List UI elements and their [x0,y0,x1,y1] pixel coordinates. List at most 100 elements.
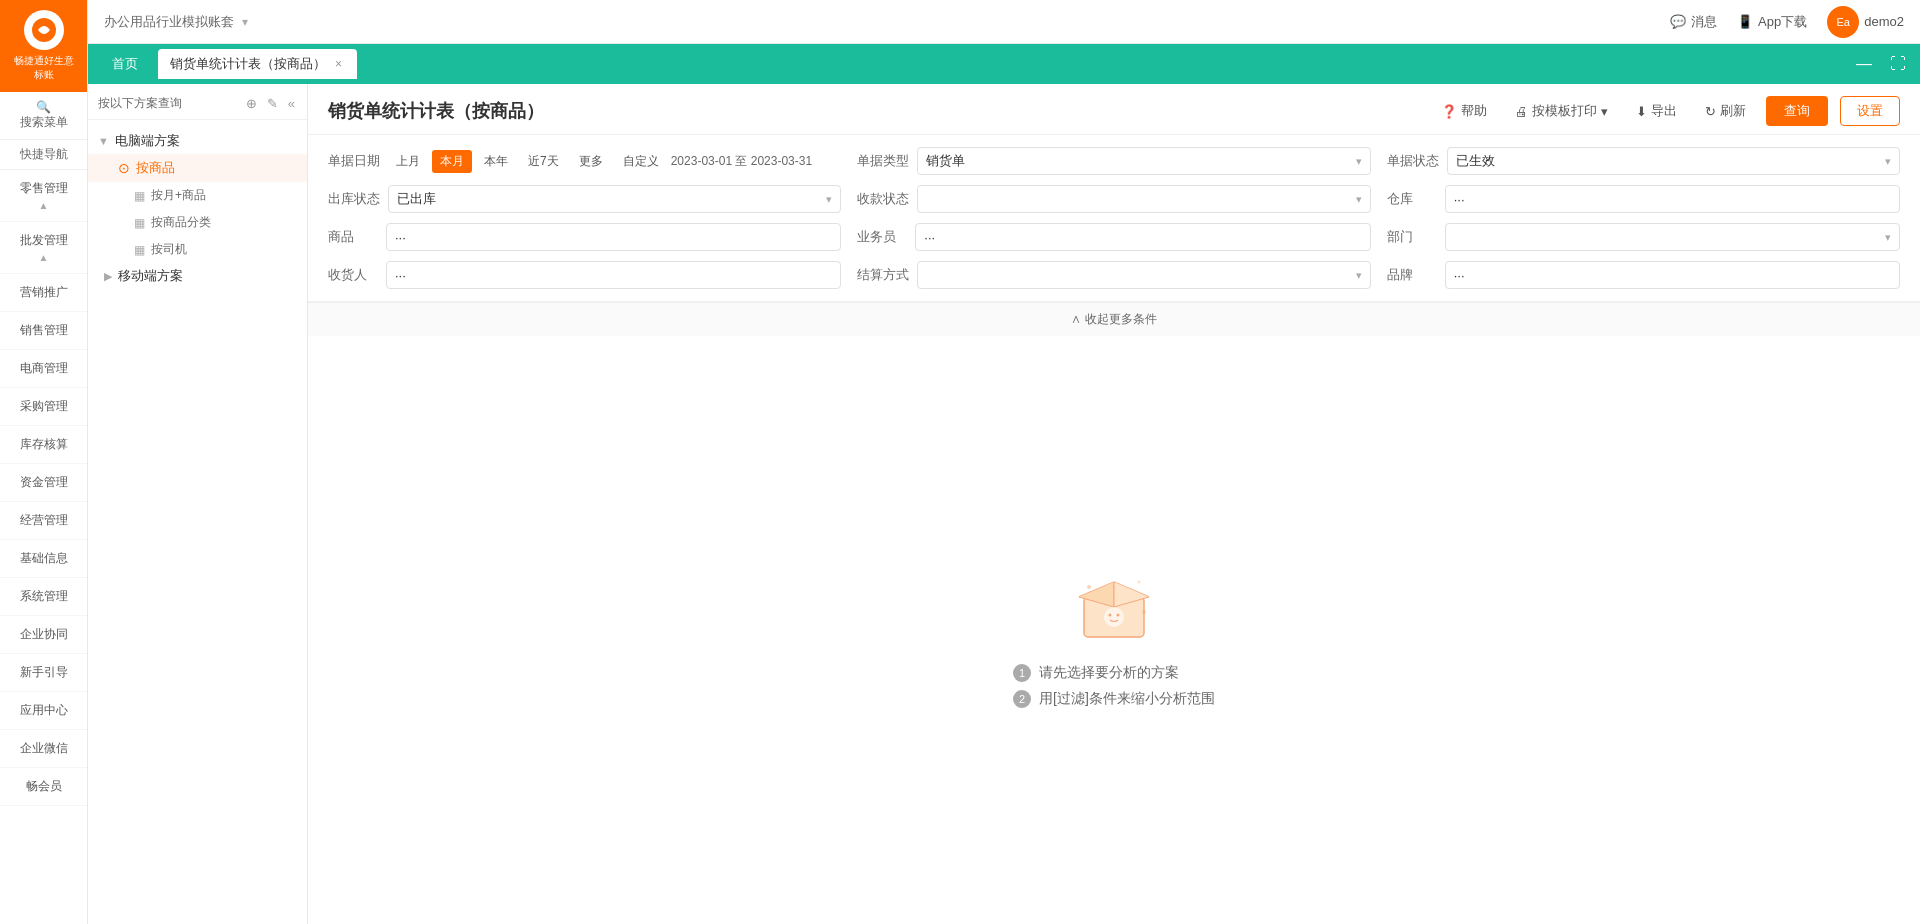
quick-nav-label: 快捷导航 [20,147,68,161]
department-input[interactable]: ▾ [1445,223,1900,251]
tree-item-by-category-label: 按商品分类 [151,214,211,231]
tab-active[interactable]: 销货单统计计表（按商品） × [158,49,357,79]
refresh-label: 刷新 [1720,102,1746,120]
tip2-text: 用[过滤]条件来缩小分析范围 [1039,690,1215,708]
message-label: 消息 [1691,13,1717,31]
collapse-more-button[interactable]: ∧ 收起更多条件 [308,302,1920,336]
tab-close-button[interactable]: × [332,56,345,72]
settings-button[interactable]: 设置 [1840,96,1900,126]
query-button[interactable]: 查询 [1766,96,1828,126]
sidebar-item-sales[interactable]: 销售管理 [0,312,87,350]
filter-date-field: 单据日期 上月 本月 本年 近7天 更多 自定义 2023-03-01 至 20… [328,150,841,173]
edit-scheme-button[interactable]: ✎ [265,94,280,113]
sidebar-item-vip[interactable]: 畅会员 [0,768,87,806]
sidebar-search[interactable]: 🔍 搜索菜单 [0,92,87,140]
tree-item-by-product[interactable]: ⊙ 按商品 [88,154,307,182]
empty-tip-1: 1 请先选择要分析的方案 [1013,664,1215,682]
tab-maximize-button[interactable]: ⛶ [1884,53,1912,75]
sidebar-item-marketing[interactable]: 营销推广 [0,274,87,312]
doc-type-select[interactable]: 销货单 ▾ [917,147,1370,175]
doc-status-select[interactable]: 已生效 ▾ [1447,147,1900,175]
brand-input[interactable]: ··· [1445,261,1900,289]
query-label: 查询 [1784,102,1810,120]
tab-home[interactable]: 首页 [96,49,154,79]
receipt-status-input[interactable]: ▾ [917,185,1370,213]
sidebar-item-procurement[interactable]: 采购管理 [0,388,87,426]
product-dots: ··· [395,230,406,245]
filter-salesperson-field: 业务员 ··· [857,223,1370,251]
print-label: 按模板打印 [1532,102,1597,120]
left-panel: 按以下方案查询 ⊕ ✎ « ▼ 电脑端方案 ⊙ 按商品 [88,84,308,924]
wholesale-label: 批发管理 [20,232,68,249]
export-button[interactable]: ⬇ 导出 [1628,98,1685,124]
filter-row-1: 单据日期 上月 本月 本年 近7天 更多 自定义 2023-03-01 至 20… [328,147,1900,175]
tree-item-by-category[interactable]: ▦ 按商品分类 [88,209,307,236]
salesperson-label: 业务员 [857,228,907,246]
consignee-input[interactable]: ··· [386,261,841,289]
page-title-bar: 销货单统计计表（按商品） ❓ 帮助 🖨 按模板打印 ▾ ⬇ 导出 [308,84,1920,135]
date-tab-last-month[interactable]: 上月 [388,150,428,173]
empty-state: 1 请先选择要分析的方案 2 用[过滤]条件来缩小分析范围 [308,336,1920,924]
salesperson-input[interactable]: ··· [915,223,1370,251]
logo-area: 畅捷通好生意 标账 [0,0,87,92]
sidebar-item-enterprise[interactable]: 企业协同 [0,616,87,654]
product-label: 商品 [328,228,378,246]
consignee-dots: ··· [395,268,406,283]
app-subtitle: 标账 [34,68,54,82]
sidebar-item-retail[interactable]: 零售管理 ▲ [0,170,87,222]
app-download-button[interactable]: 📱 App下载 [1737,13,1807,31]
message-button[interactable]: 💬 消息 [1670,13,1717,31]
filter-row-4: 收货人 ··· 结算方式 ▾ 品牌 [328,261,1900,289]
sidebar-item-app-center[interactable]: 应用中心 [0,692,87,730]
operations-label: 经营管理 [20,512,68,529]
avatar: Ea [1827,6,1859,38]
sidebar-item-inventory[interactable]: 库存核算 [0,426,87,464]
doc-type-value: 销货单 [926,152,965,170]
product-scheme-icon: ⊙ [118,160,130,176]
date-tabs: 上月 本月 本年 近7天 更多 自定义 2023-03-01 至 2023-03… [388,150,812,173]
sidebar-item-newbie[interactable]: 新手引导 [0,654,87,692]
tree-collapse-icon: ▶ [104,270,112,283]
sidebar-item-wechat[interactable]: 企业微信 [0,730,87,768]
tree-group-desktop[interactable]: ▼ 电脑端方案 [88,128,307,154]
date-tab-custom[interactable]: 自定义 [615,150,667,173]
tree-item-by-month-product[interactable]: ▦ 按月+商品 [88,182,307,209]
top-header: 办公用品行业模拟账套 ▾ 💬 消息 📱 App下载 Ea demo2 [88,0,1920,44]
out-status-select[interactable]: 已出库 ▾ [388,185,841,213]
empty-tips: 1 请先选择要分析的方案 2 用[过滤]条件来缩小分析范围 [1013,664,1215,708]
date-tab-more[interactable]: 更多 [571,150,611,173]
sidebar-item-quick-nav[interactable]: 快捷导航 [0,140,87,170]
sidebar-item-basic-info[interactable]: 基础信息 [0,540,87,578]
product-input[interactable]: ··· [386,223,841,251]
sidebar-item-wholesale[interactable]: 批发管理 ▲ [0,222,87,274]
wechat-label: 企业微信 [20,740,68,757]
date-tab-7days[interactable]: 近7天 [520,150,567,173]
doc-status-value: 已生效 [1456,152,1495,170]
sidebar-item-finance[interactable]: 资金管理 [0,464,87,502]
sidebar-item-operations[interactable]: 经营管理 [0,502,87,540]
tree-item-by-month-product-label: 按月+商品 [151,187,206,204]
date-label: 单据日期 [328,152,380,170]
tree-item-by-cashier[interactable]: ▦ 按司机 [88,236,307,263]
help-button[interactable]: ❓ 帮助 [1433,98,1495,124]
warehouse-input[interactable]: ··· [1445,185,1900,213]
logo-icon [24,10,64,50]
filter-out-status-field: 出库状态 已出库 ▾ [328,185,841,213]
tree-group-mobile[interactable]: ▶ 移动端方案 [88,263,307,289]
tab-minimize-button[interactable]: — [1850,53,1878,75]
add-scheme-button[interactable]: ⊕ [244,94,259,113]
print-button[interactable]: 🖨 按模板打印 ▾ [1507,98,1616,124]
content-area: 按以下方案查询 ⊕ ✎ « ▼ 电脑端方案 ⊙ 按商品 [88,84,1920,924]
date-control: 上月 本月 本年 近7天 更多 自定义 2023-03-01 至 2023-03… [388,150,841,173]
sales-label: 销售管理 [20,322,68,339]
user-profile[interactable]: Ea demo2 [1827,6,1904,38]
sidebar-item-ecommerce[interactable]: 电商管理 [0,350,87,388]
sidebar-item-system[interactable]: 系统管理 [0,578,87,616]
salesperson-dots: ··· [924,230,935,245]
svg-point-6 [1138,581,1141,584]
collapse-panel-button[interactable]: « [286,94,297,113]
date-tab-this-month[interactable]: 本月 [432,150,472,173]
payment-input[interactable]: ▾ [917,261,1370,289]
date-tab-this-year[interactable]: 本年 [476,150,516,173]
refresh-button[interactable]: ↻ 刷新 [1697,98,1754,124]
